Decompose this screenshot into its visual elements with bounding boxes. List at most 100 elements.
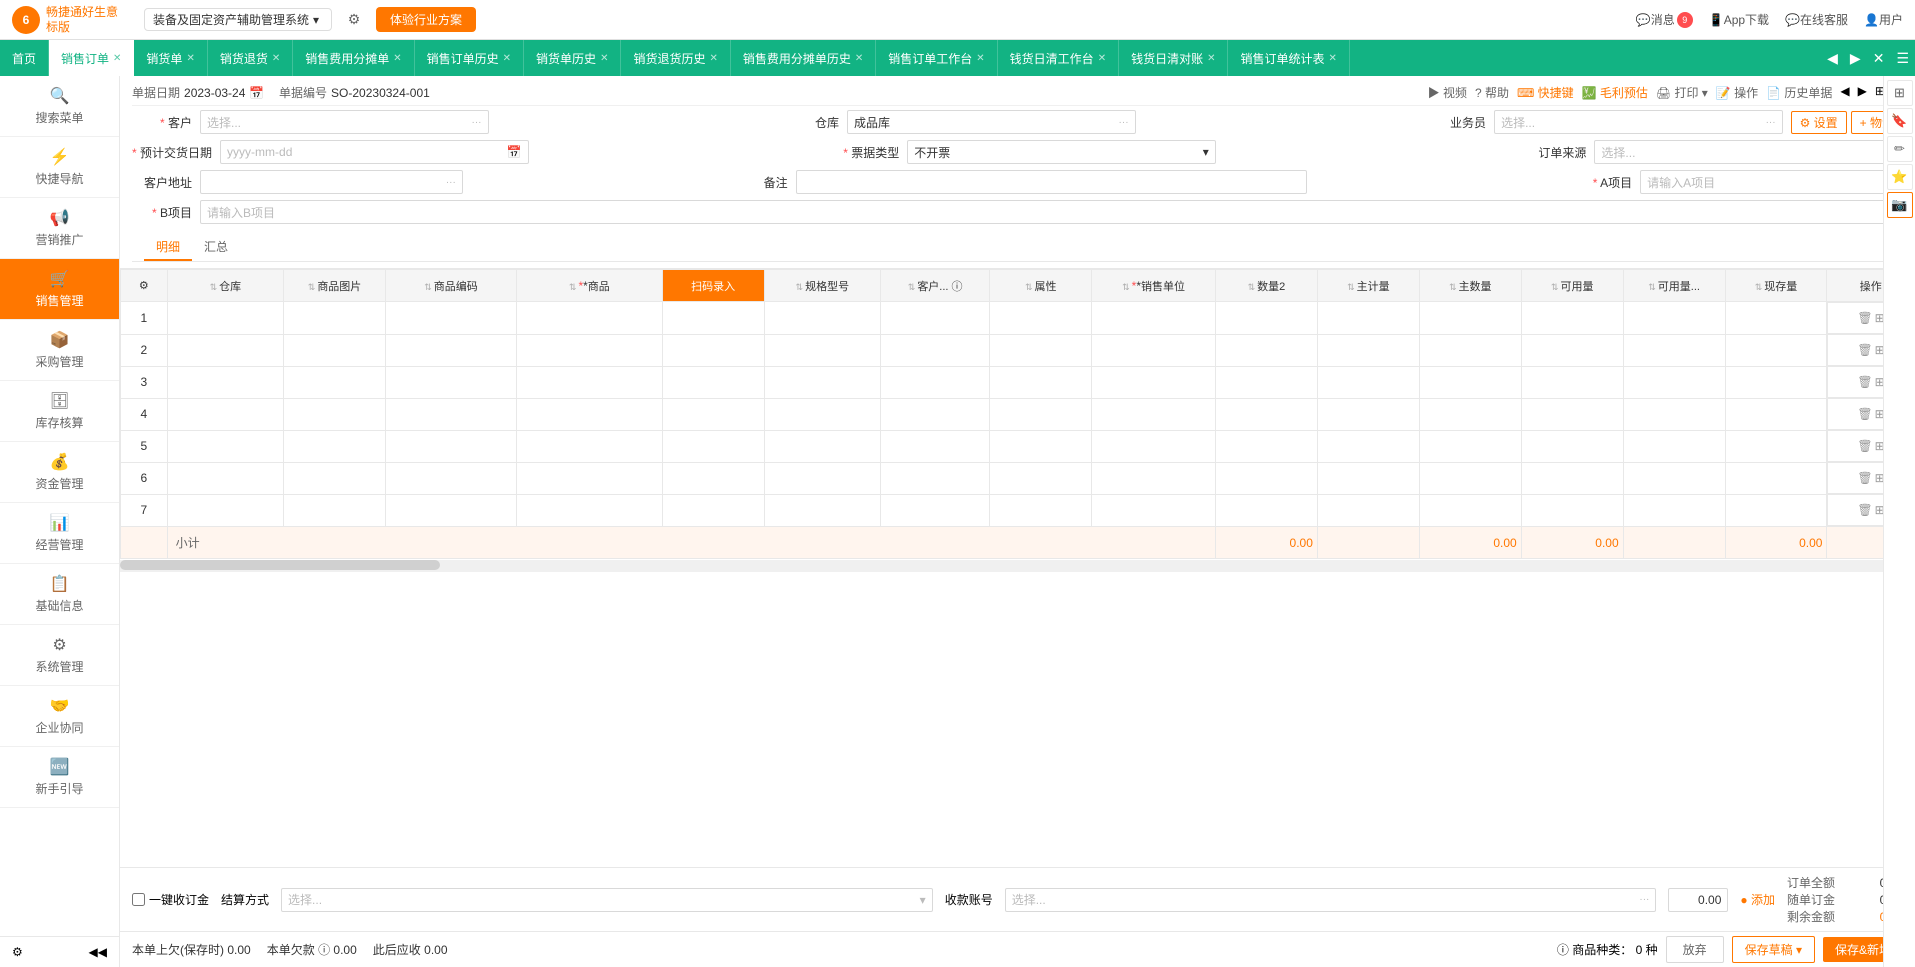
sidebar-item-enterprise[interactable]: 🤝 企业协同 — [0, 686, 119, 747]
invoice-type-select[interactable]: 不开票 ▾ — [907, 140, 1216, 164]
customer-ellipsis[interactable]: ··· — [472, 117, 482, 128]
tab-return-history[interactable]: 销货退货历史 ✕ — [621, 40, 730, 76]
shortcut-btn[interactable]: ⌨ 快捷键 — [1517, 84, 1574, 101]
delete-icon[interactable]: 🗑 — [1857, 311, 1872, 325]
close-icon[interactable]: ✕ — [272, 53, 280, 64]
row-customer-code[interactable] — [881, 302, 990, 335]
delete-icon[interactable]: 🗑 — [1857, 439, 1872, 453]
row-main-qty[interactable] — [1419, 302, 1521, 335]
th-warehouse[interactable]: ⇅仓库 — [167, 270, 283, 302]
tab-order-workbench[interactable]: 销售订单工作台 ✕ — [876, 40, 997, 76]
close-icon[interactable]: ✕ — [186, 53, 194, 64]
th-main-unit[interactable]: ⇅主计量 — [1317, 270, 1419, 302]
close-icon[interactable]: ✕ — [600, 53, 608, 64]
row-code[interactable] — [386, 302, 517, 335]
salesperson-ellipsis[interactable]: ··· — [1766, 117, 1776, 128]
close-icon[interactable]: ✕ — [976, 53, 984, 64]
row-spec[interactable] — [764, 302, 880, 335]
nav-close-all[interactable]: ✕ — [1867, 50, 1891, 67]
delete-icon[interactable]: 🗑 — [1857, 375, 1872, 389]
online-service-btn[interactable]: 💬 在线客服 — [1785, 11, 1848, 28]
th-customer-code[interactable]: ⇅客户... ⓘ — [881, 270, 990, 302]
row-sales-unit[interactable] — [1092, 302, 1216, 335]
history-btn[interactable]: 📄 历史单据 — [1766, 84, 1832, 101]
add-btn[interactable]: ● 添加 — [1740, 891, 1775, 908]
row-available2[interactable] — [1623, 302, 1725, 335]
sidebar-item-finance[interactable]: 💰 资金管理 — [0, 442, 119, 503]
address-input[interactable]: ··· — [200, 170, 463, 194]
th-spec[interactable]: ⇅规格型号 — [764, 270, 880, 302]
sidebar-item-basic-info[interactable]: 📋 基础信息 — [0, 564, 119, 625]
th-sales-unit[interactable]: ⇅*销售单位 — [1092, 270, 1216, 302]
row-product[interactable] — [517, 302, 663, 335]
app-download-btn[interactable]: 📱 App下载 — [1709, 11, 1769, 28]
tab-sales-return[interactable]: 销货退货 ✕ — [208, 40, 293, 76]
customer-input[interactable]: 选择... ··· — [200, 110, 489, 134]
sidebar-item-inventory[interactable]: 🗄 库存核算 — [0, 381, 119, 442]
row-main-unit[interactable] — [1317, 302, 1419, 335]
th-stock[interactable]: ⇅现存量 — [1725, 270, 1827, 302]
tab-order-stats[interactable]: 销售订单统计表 ✕ — [1228, 40, 1349, 76]
th-code[interactable]: ⇅商品编码 — [386, 270, 517, 302]
order-source-input[interactable]: 选择... ▾ — [1594, 140, 1903, 164]
rp-icon-5[interactable]: 📷 — [1887, 192, 1913, 218]
sidebar-item-guide[interactable]: 🆕 新手引导 — [0, 747, 119, 808]
a-project-input[interactable]: 请输入A项目 — [1640, 170, 1903, 194]
tab-sales-order[interactable]: 销售订单 ✕ — [49, 40, 134, 76]
nav-next-form-icon[interactable]: ▶ — [1858, 84, 1867, 101]
nav-menu-icon[interactable]: ☰ — [1890, 50, 1915, 67]
row-qty2[interactable] — [1215, 302, 1317, 335]
setup-btn[interactable]: ⚙ 设置 — [1791, 111, 1847, 134]
close-icon[interactable]: ✕ — [1329, 53, 1337, 64]
one-click-checkbox-label[interactable]: 一键收订金 — [132, 891, 209, 908]
close-icon[interactable]: ✕ — [113, 53, 121, 64]
row-stock[interactable] — [1725, 302, 1827, 335]
nav-next-arrow[interactable]: ▶ — [1844, 50, 1867, 67]
datepicker-icon[interactable]: 📅 — [507, 145, 522, 159]
video-btn[interactable]: ▶ 视频 — [1428, 84, 1467, 101]
nav-prev-arrow[interactable]: ◀ — [1821, 50, 1844, 67]
rp-icon-3[interactable]: ✏ — [1887, 136, 1913, 162]
calendar-icon[interactable]: 📅 — [249, 86, 264, 100]
sidebar-collapse-icon[interactable]: ◀◀ — [89, 945, 107, 959]
row-attr[interactable] — [990, 302, 1092, 335]
payment-method-select[interactable]: 选择... ▾ — [281, 888, 933, 912]
th-qty2[interactable]: ⇅数量2 — [1215, 270, 1317, 302]
sidebar-item-operations[interactable]: 📊 经营管理 — [0, 503, 119, 564]
operation-btn[interactable]: 📝 操作 — [1716, 84, 1758, 101]
tab-sales-fee[interactable]: 销售费用分摊单 ✕ — [293, 40, 414, 76]
close-icon[interactable]: ✕ — [855, 53, 863, 64]
close-icon[interactable]: ✕ — [503, 53, 511, 64]
note-input[interactable] — [796, 170, 1308, 194]
tab-daily-reconcile[interactable]: 钱货日清对账 ✕ — [1119, 40, 1228, 76]
tab-fee-history[interactable]: 销售费用分摊单历史 ✕ — [731, 40, 876, 76]
amount-input[interactable]: 0.00 — [1668, 888, 1728, 912]
sidebar-item-quick-nav[interactable]: ⚡ 快捷导航 — [0, 137, 119, 198]
print-btn[interactable]: 🖨 打印 ▾ — [1656, 84, 1708, 101]
delete-icon[interactable]: 🗑 — [1857, 471, 1872, 485]
tab-detail[interactable]: 明细 — [144, 234, 192, 261]
system-selector[interactable]: 装备及固定资产辅助管理系统 ▾ — [144, 8, 332, 31]
settings-icon[interactable]: ⚙ — [340, 6, 368, 34]
delete-icon[interactable]: 🗑 — [1857, 503, 1872, 517]
close-icon[interactable]: ✕ — [393, 53, 401, 64]
delivery-date-input[interactable]: yyyy-mm-dd 📅 — [220, 140, 529, 164]
save-draft-btn[interactable]: 保存草稿 ▾ — [1732, 936, 1815, 963]
th-settings[interactable]: ⚙ — [121, 270, 168, 302]
tab-sales-bill[interactable]: 销货单 ✕ — [134, 40, 207, 76]
bank-account-select[interactable]: 选择... ··· — [1005, 888, 1657, 912]
close-icon[interactable]: ✕ — [1207, 53, 1215, 64]
sidebar-item-sales[interactable]: 🛒 销售管理 — [0, 259, 119, 320]
row-warehouse[interactable] — [167, 302, 283, 335]
horizontal-scrollbar[interactable] — [120, 560, 1915, 572]
th-attr[interactable]: ⇅属性 — [990, 270, 1092, 302]
sidebar-settings-icon[interactable]: ⚙ — [12, 945, 23, 959]
nav-prev-form-icon[interactable]: ◀ — [1840, 84, 1849, 101]
discard-btn[interactable]: 放弃 — [1666, 936, 1724, 963]
message-btn[interactable]: 💬 消息 9 — [1636, 11, 1693, 28]
rp-icon-4[interactable]: ⭐ — [1887, 164, 1913, 190]
warehouse-ellipsis[interactable]: ··· — [1119, 117, 1129, 128]
th-available[interactable]: ⇅可用量 — [1521, 270, 1623, 302]
industry-btn[interactable]: 体验行业方案 — [376, 7, 476, 32]
th-main-qty[interactable]: ⇅主数量 — [1419, 270, 1521, 302]
